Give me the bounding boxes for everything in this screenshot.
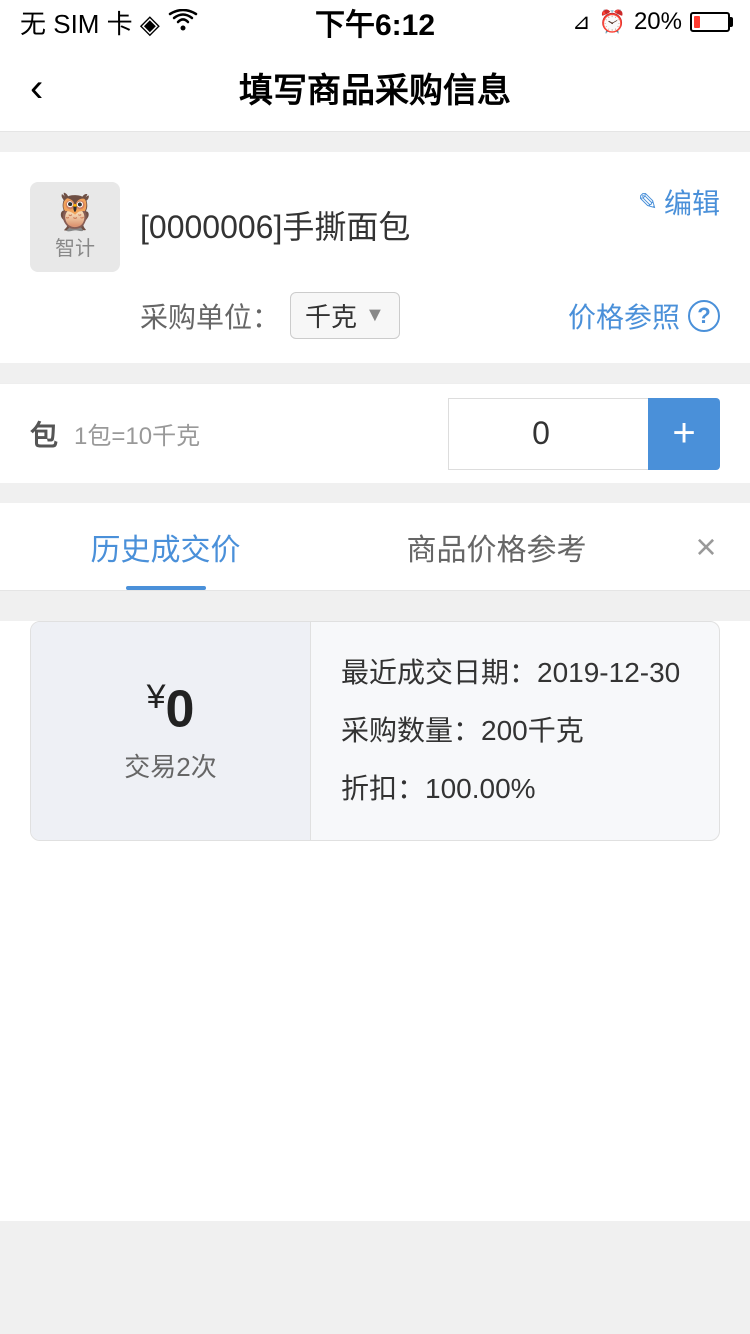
product-unit-row: 采购单位： 千克 ▼ 价格参照 ?: [140, 292, 720, 339]
info-icon: ?: [688, 300, 720, 332]
qty-value: 200千克: [481, 715, 584, 746]
quantity-section: 包 1包=10千克 +: [0, 383, 750, 483]
price-ref-button[interactable]: 价格参照 ?: [568, 296, 720, 336]
quantity-label-group: 包 1包=10千克: [30, 414, 200, 454]
history-price-card: ¥0 交易2次 最近成交日期：2019-12-30 采购数量：200千克 折扣：…: [30, 621, 720, 841]
history-price-right: 最近成交日期：2019-12-30 采购数量：200千克 折扣：100.00%: [311, 622, 719, 840]
tab-bar: 历史成交价 商品价格参考 ×: [0, 503, 750, 591]
battery-pct: 20%: [634, 8, 682, 36]
history-price-value: ¥0: [147, 678, 195, 739]
discount-label: 折扣：: [341, 773, 425, 804]
edit-icon: ✎: [638, 188, 658, 217]
quantity-plus-button[interactable]: +: [648, 398, 720, 470]
qty-label: 采购数量：: [341, 715, 481, 746]
back-button[interactable]: ‹: [30, 68, 43, 108]
history-trades-label: 交易2次: [124, 747, 216, 784]
edit-label: 编辑: [664, 182, 720, 222]
history-price-left: ¥0 交易2次: [31, 622, 311, 840]
tab-active-indicator: [126, 586, 206, 590]
wifi-icon: [168, 7, 198, 38]
edit-button[interactable]: ✎ 编辑: [638, 182, 720, 222]
dropdown-arrow-icon: ▼: [365, 304, 385, 327]
unit-value: 千克: [305, 297, 357, 334]
location-icon: ⊿: [572, 9, 590, 35]
status-bar-left: 无 SIM 卡 ◈: [20, 4, 198, 41]
page-title: 填写商品采购信息: [239, 63, 511, 112]
owl-icon: 🦉: [53, 194, 98, 230]
tab-price-ref[interactable]: 商品价格参考: [331, 503, 662, 590]
quantity-input[interactable]: [448, 398, 648, 470]
close-icon: ×: [695, 526, 716, 568]
alarm-icon: ⏰: [599, 9, 626, 35]
history-date-row: 最近成交日期：2019-12-30: [341, 652, 689, 694]
product-name: [0000006]手撕面包: [140, 205, 410, 250]
history-qty-row: 采购数量：200千克: [341, 710, 689, 752]
tab-content: ¥0 交易2次 最近成交日期：2019-12-30 采购数量：200千克 折扣：…: [0, 621, 750, 1221]
brand-label: 智计: [53, 232, 98, 261]
date-label: 最近成交日期：: [341, 657, 537, 688]
unit-select[interactable]: 千克 ▼: [290, 292, 400, 339]
package-unit-label: 包: [30, 414, 58, 454]
status-bar-time: 下午6:12: [315, 0, 435, 44]
product-header: 🦉 智计 [0000006]手撕面包 ✎ 编辑: [30, 182, 720, 272]
tab-history-price[interactable]: 历史成交价: [0, 503, 331, 590]
tab-close-button[interactable]: ×: [662, 503, 750, 591]
tab-history-price-label: 历史成交价: [91, 525, 241, 569]
unit-label: 采购单位： 千克 ▼: [140, 292, 400, 339]
section-divider: [0, 483, 750, 503]
price-ref-label: 价格参照: [568, 296, 680, 336]
nav-bar: ‹ 填写商品采购信息: [0, 44, 750, 132]
quantity-input-group: +: [448, 398, 720, 470]
currency-symbol: ¥: [147, 678, 166, 716]
status-bar-right: ⊿ ⏰ 20%: [572, 8, 730, 36]
history-discount-row: 折扣：100.00%: [341, 768, 689, 810]
product-thumbnail: 🦉 智计: [30, 182, 120, 272]
date-value: 2019-12-30: [537, 657, 680, 688]
unit-conversion-label: 1包=10千克: [74, 416, 200, 451]
sim-label: 无 SIM 卡 ◈: [20, 4, 160, 41]
tab-price-ref-label: 商品价格参考: [407, 525, 587, 569]
discount-value: 100.00%: [425, 773, 536, 804]
product-card: 🦉 智计 [0000006]手撕面包 ✎ 编辑 采购单位： 千克 ▼ 价格参照 …: [0, 152, 750, 363]
product-left: 🦉 智计 [0000006]手撕面包: [30, 182, 410, 272]
battery-icon: [690, 12, 730, 32]
status-bar: 无 SIM 卡 ◈ 下午6:12 ⊿ ⏰ 20%: [0, 0, 750, 44]
